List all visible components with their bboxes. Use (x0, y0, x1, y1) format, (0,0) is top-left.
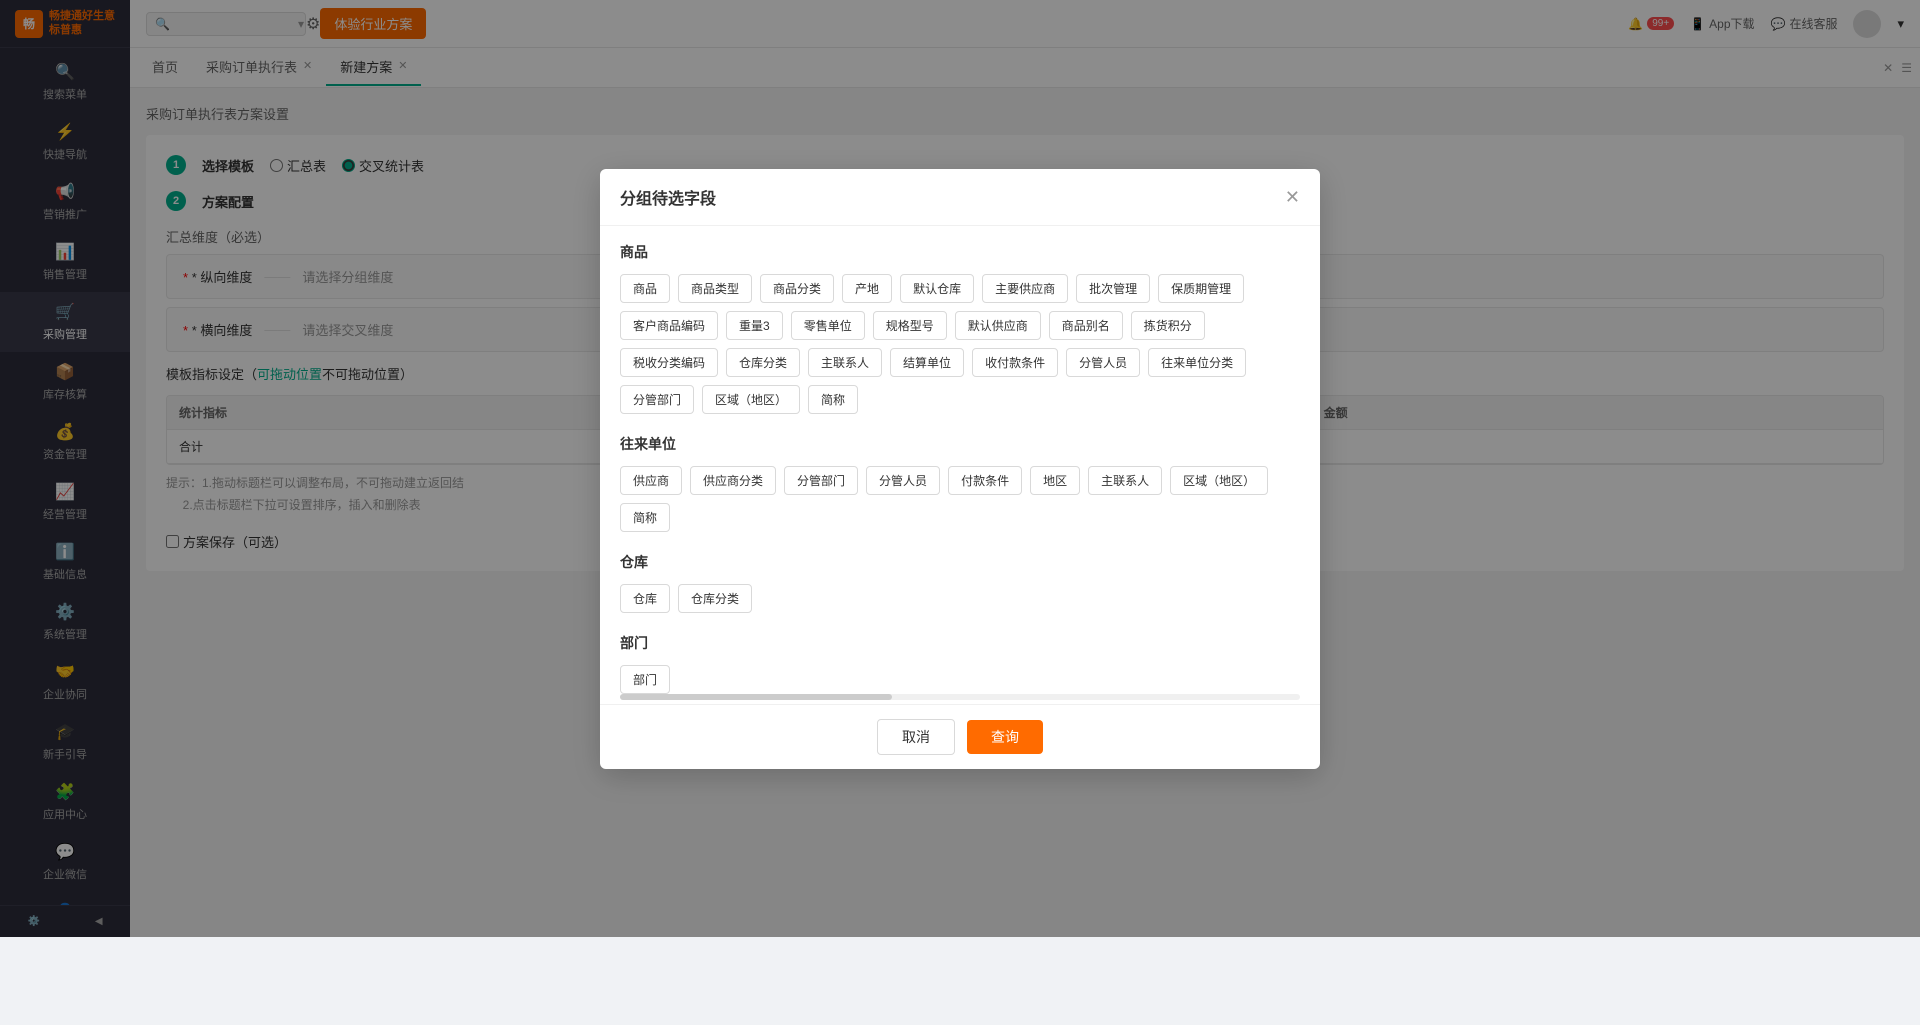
section-partner-title: 往来单位 (620, 434, 1300, 454)
tag-goods-14[interactable]: 拣货积分 (1131, 311, 1205, 340)
tag-goods-10[interactable]: 零售单位 (791, 311, 865, 340)
goods-tags: 商品 商品类型 商品分类 产地 默认仓库 主要供应商 批次管理 保质期管理 客户… (620, 274, 1300, 414)
modal-title: 分组待选字段 (620, 185, 716, 209)
tag-goods-17[interactable]: 主联系人 (808, 348, 882, 377)
field-select-modal: 分组待选字段 ✕ 商品 商品 商品类型 商品分类 产地 默认仓库 主要供应商 批… (600, 169, 1320, 769)
tag-goods-6[interactable]: 批次管理 (1076, 274, 1150, 303)
tag-goods-23[interactable]: 区域（地区） (702, 385, 800, 414)
tag-goods-11[interactable]: 规格型号 (873, 311, 947, 340)
tag-goods-4[interactable]: 默认仓库 (900, 274, 974, 303)
tag-partner-1[interactable]: 供应商分类 (690, 466, 776, 495)
tag-goods-24[interactable]: 简称 (808, 385, 858, 414)
modal-overlay: 分组待选字段 ✕ 商品 商品 商品类型 商品分类 产地 默认仓库 主要供应商 批… (0, 0, 1920, 937)
tag-goods-0[interactable]: 商品 (620, 274, 670, 303)
tag-goods-5[interactable]: 主要供应商 (982, 274, 1068, 303)
section-warehouse: 仓库 仓库 仓库分类 (620, 552, 1300, 613)
tag-partner-4[interactable]: 付款条件 (948, 466, 1022, 495)
modal-hscroll-thumb (620, 694, 892, 699)
modal-horizontal-scrollbar[interactable] (620, 694, 1300, 699)
section-warehouse-title: 仓库 (620, 552, 1300, 572)
modal-cancel-button[interactable]: 取消 (877, 719, 955, 755)
modal-footer: 取消 查询 (600, 704, 1320, 769)
tag-partner-6[interactable]: 主联系人 (1088, 466, 1162, 495)
tag-partner-0[interactable]: 供应商 (620, 466, 682, 495)
tag-partner-7[interactable]: 区域（地区） (1170, 466, 1268, 495)
tag-goods-16[interactable]: 仓库分类 (726, 348, 800, 377)
tag-goods-1[interactable]: 商品类型 (678, 274, 752, 303)
section-goods: 商品 商品 商品类型 商品分类 产地 默认仓库 主要供应商 批次管理 保质期管理… (620, 242, 1300, 414)
tag-goods-19[interactable]: 收付款条件 (972, 348, 1058, 377)
dept-tags: 部门 (620, 665, 1300, 694)
tag-partner-5[interactable]: 地区 (1030, 466, 1080, 495)
tag-dept-0[interactable]: 部门 (620, 665, 670, 694)
tag-partner-3[interactable]: 分管人员 (866, 466, 940, 495)
tag-goods-3[interactable]: 产地 (842, 274, 892, 303)
tag-goods-20[interactable]: 分管人员 (1066, 348, 1140, 377)
modal-close-button[interactable]: ✕ (1285, 188, 1300, 206)
tag-goods-22[interactable]: 分管部门 (620, 385, 694, 414)
tag-wh-1[interactable]: 仓库分类 (678, 584, 752, 613)
tag-goods-2[interactable]: 商品分类 (760, 274, 834, 303)
section-dept: 部门 部门 (620, 633, 1300, 694)
tag-goods-8[interactable]: 客户商品编码 (620, 311, 718, 340)
section-goods-title: 商品 (620, 242, 1300, 262)
section-dept-title: 部门 (620, 633, 1300, 653)
tag-goods-9[interactable]: 重量3 (726, 311, 783, 340)
tag-goods-18[interactable]: 结算单位 (890, 348, 964, 377)
section-partner: 往来单位 供应商 供应商分类 分管部门 分管人员 付款条件 地区 主联系人 区域… (620, 434, 1300, 532)
modal-header: 分组待选字段 ✕ (600, 169, 1320, 226)
tag-partner-8[interactable]: 简称 (620, 503, 670, 532)
warehouse-tags: 仓库 仓库分类 (620, 584, 1300, 613)
tag-goods-13[interactable]: 商品别名 (1049, 311, 1123, 340)
partner-tags: 供应商 供应商分类 分管部门 分管人员 付款条件 地区 主联系人 区域（地区） … (620, 466, 1300, 532)
tag-goods-7[interactable]: 保质期管理 (1158, 274, 1244, 303)
tag-wh-0[interactable]: 仓库 (620, 584, 670, 613)
tag-goods-21[interactable]: 往来单位分类 (1148, 348, 1246, 377)
modal-confirm-button[interactable]: 查询 (967, 720, 1043, 754)
tag-goods-12[interactable]: 默认供应商 (955, 311, 1041, 340)
tag-partner-2[interactable]: 分管部门 (784, 466, 858, 495)
modal-body[interactable]: 商品 商品 商品类型 商品分类 产地 默认仓库 主要供应商 批次管理 保质期管理… (600, 226, 1320, 695)
tag-goods-15[interactable]: 税收分类编码 (620, 348, 718, 377)
